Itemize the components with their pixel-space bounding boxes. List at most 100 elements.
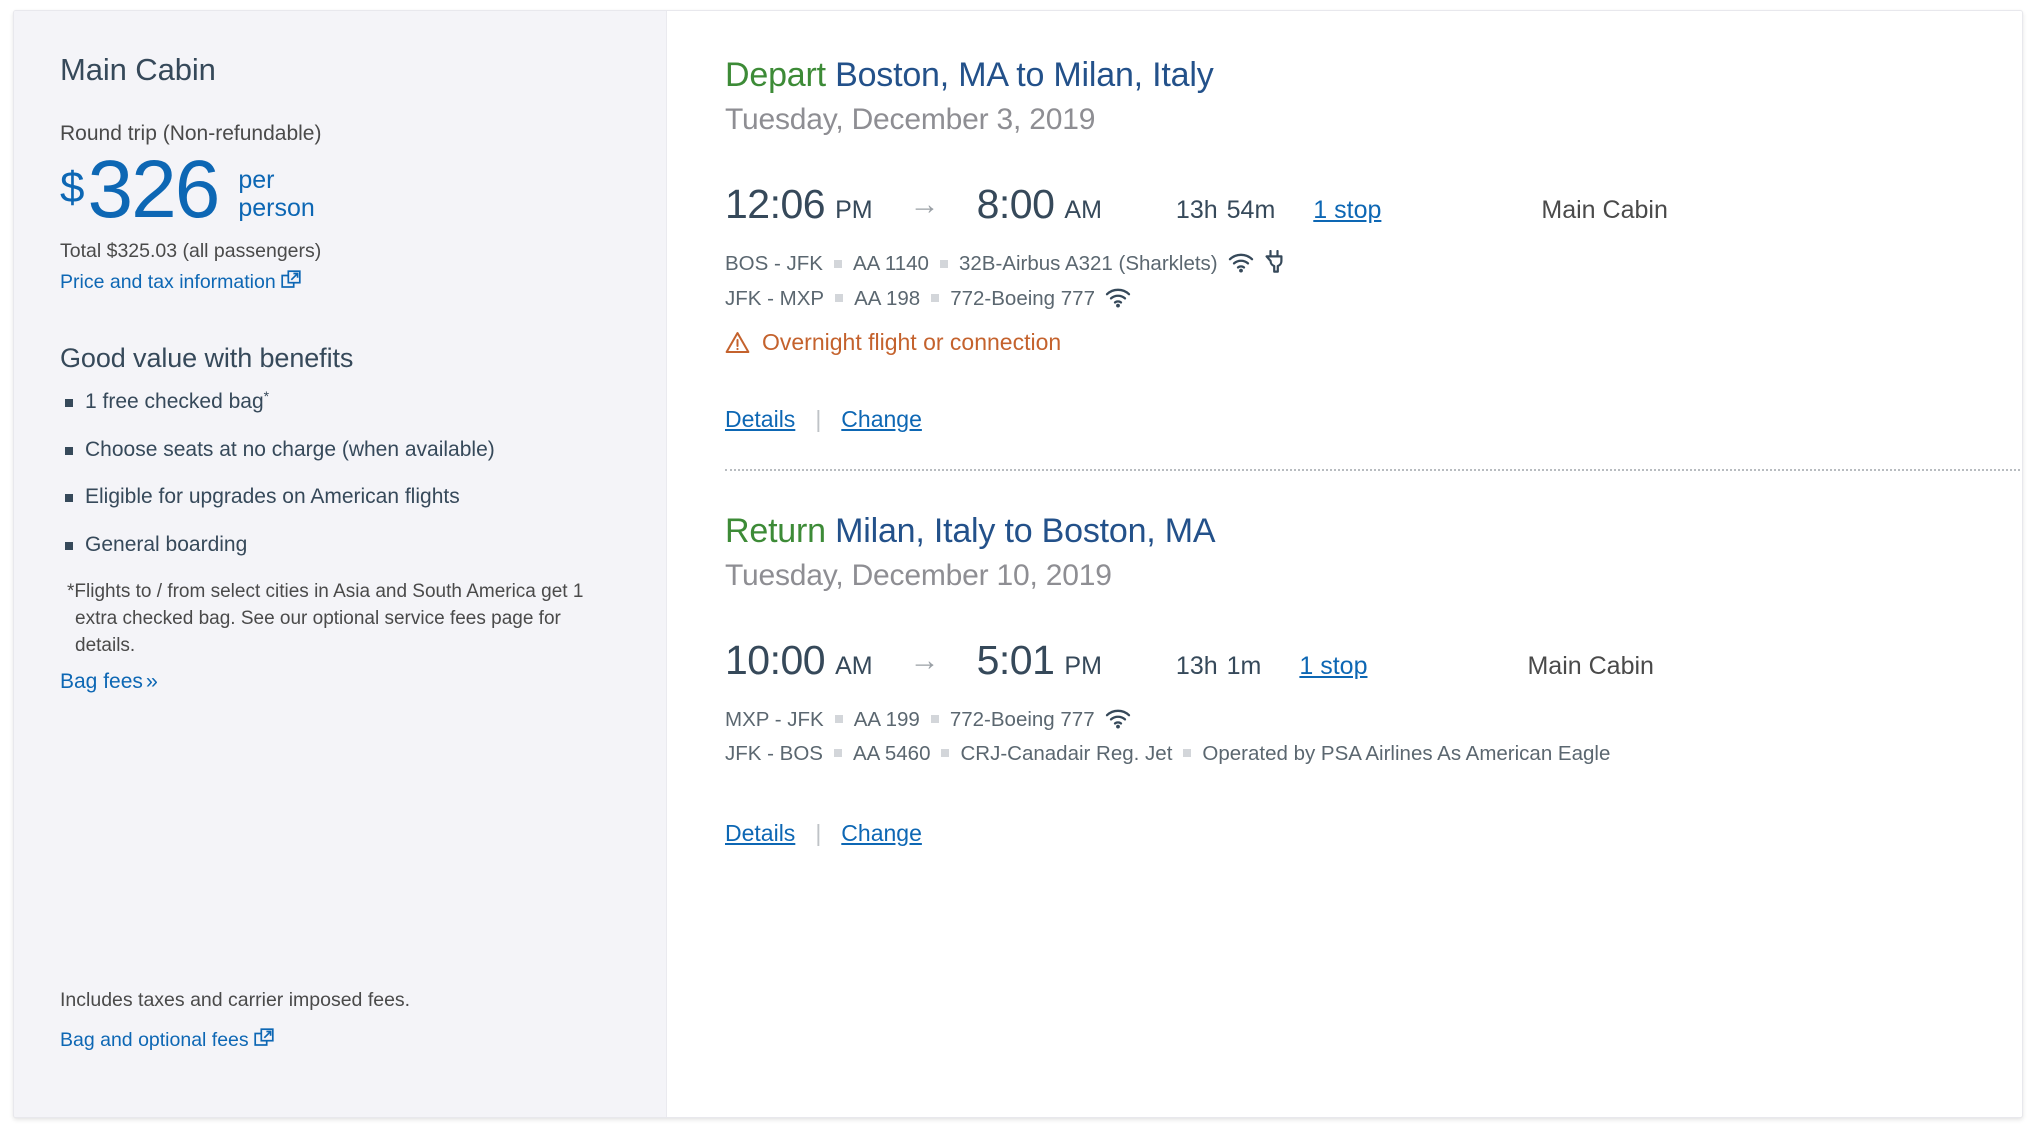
segment-route: MXP - JFK (725, 708, 824, 732)
price-amount: 326 (87, 144, 220, 236)
currency-symbol: $ (60, 163, 85, 213)
details-link[interactable]: Details (725, 820, 795, 846)
segment-flight-number: AA 5460 (852, 742, 931, 766)
list-item: Eligible for upgrades on American flight… (60, 483, 620, 511)
leg-direction-label: Return (725, 511, 826, 550)
page-title: Main Cabin (60, 52, 216, 87)
leg-date: Tuesday, December 3, 2019 (725, 103, 1096, 137)
duration-hours: 13h (1175, 652, 1218, 681)
itinerary-leg-depart: Depart Boston, MA to Milan, Italy Tuesda… (725, 55, 2020, 471)
list-item: General boarding (60, 531, 620, 559)
flight-summary-card: Main Cabin Round trip (Non-refundable) $… (13, 10, 2023, 1118)
price-and-tax-information-link[interactable]: Price and tax information (60, 270, 302, 293)
arrive-meridiem: AM (1064, 196, 1102, 225)
benefit-text: General boarding (85, 533, 248, 557)
total-price-label: Total $325.03 (all passengers) (60, 239, 322, 262)
benefit-text: Eligible for upgrades on American flight… (85, 485, 460, 509)
price-unit-line1: per (238, 166, 275, 195)
duration-hours: 13h (1175, 196, 1218, 225)
page-root: Main Cabin Round trip (Non-refundable) $… (0, 0, 2036, 1132)
depart-meridiem: AM (835, 652, 873, 681)
segment-route: JFK - MXP (725, 286, 825, 310)
chevron-right-icon: ›› (145, 670, 158, 694)
bag-fees-link[interactable]: Bag fees ›› (60, 670, 158, 694)
change-link[interactable]: Change (841, 820, 922, 846)
benefits-list: 1 free checked bag* Choose seats at no c… (60, 388, 620, 560)
bag-fees-row: Bag fees ›› (60, 670, 620, 694)
leg-direction-label: Depart (725, 56, 826, 94)
segment-separator (941, 749, 950, 758)
segment-separator (833, 749, 842, 758)
segment-row: JFK - BOS AA 5460 CRJ-Canadair Reg. Jet Ope… (725, 738, 2020, 769)
segment-list: BOS - JFK AA 1140 32B-Airbus A321 (Sharkle… (725, 248, 2020, 316)
leg-cabin-label: Main Cabin (1541, 196, 1668, 225)
bag-fees-label: Bag fees (60, 670, 143, 694)
wifi-icon (1105, 286, 1131, 317)
duration: 13h 1m (1176, 652, 1261, 681)
segment-separator (931, 293, 940, 302)
list-item: Choose seats at no charge (when availabl… (60, 436, 620, 464)
arrive-meridiem: PM (1064, 652, 1102, 681)
depart-time: 10:00 (725, 637, 826, 684)
leg-date: Tuesday, December 10, 2019 (725, 559, 1112, 593)
segment-separator (939, 259, 948, 268)
segment-row: BOS - JFK AA 1140 32B-Airbus A321 (Sharkle… (725, 248, 2020, 282)
external-link-icon (281, 270, 302, 297)
segment-row: JFK - MXP AA 198 772-Boeing 777 (725, 283, 2020, 317)
segment-separator (1183, 749, 1192, 758)
duration: 13h 54m (1176, 196, 1275, 225)
stops-link[interactable]: 1 stop (1313, 196, 1381, 224)
leg-route-label: Milan, Italy to Boston, MA (835, 511, 1216, 550)
leg-times-row: 12:06 PM → 8:00 AM 13h 54m 1 stop Main Ca… (725, 181, 2020, 228)
segment-row: MXP - JFK AA 199 772-Boeing 777 (725, 704, 2020, 738)
warning-triangle-icon (725, 331, 750, 354)
leg-times-row: 10:00 AM → 5:01 PM 13h 1m 1 stop Main Cab… (725, 637, 2020, 684)
stops-cell: 1 stop (1313, 196, 1381, 225)
leg-actions: Details | Change (725, 820, 2020, 847)
list-item: 1 free checked bag* (60, 388, 620, 416)
segment-flight-number: AA 1140 (852, 252, 929, 276)
segment-aircraft: 772-Boeing 777 (949, 708, 1095, 732)
depart-time: 12:06 (725, 181, 826, 228)
segment-list: MXP - JFK AA 199 772-Boeing 777 JFK - BOS A… (725, 704, 2020, 769)
duration-minutes: 54m (1226, 196, 1276, 225)
segment-separator (835, 293, 844, 302)
price-tax-information-row: Price and tax information (60, 270, 620, 297)
arrow-right-icon: → (909, 644, 940, 678)
bag-and-optional-fees-link[interactable]: Bag and optional fees (60, 1028, 275, 1051)
segment-aircraft: 772-Boeing 777 (950, 286, 1095, 310)
segment-route: JFK - BOS (725, 742, 823, 766)
price-and-tax-information-label: Price and tax information (60, 270, 276, 293)
leg-actions: Details | Change (725, 406, 2020, 433)
action-separator: | (815, 405, 822, 432)
trip-type-label: Round trip (Non-refundable) (60, 122, 322, 146)
external-link-icon (254, 1028, 275, 1055)
benefit-text: Choose seats at no charge (when availabl… (85, 437, 495, 461)
segment-operated-by: Operated by PSA Airlines As American Eag… (1202, 742, 1611, 766)
duration-minutes: 1m (1226, 652, 1262, 681)
stops-cell: 1 stop (1299, 652, 1367, 681)
overnight-warning-label: Overnight flight or connection (762, 328, 1062, 355)
depart-meridiem: PM (835, 196, 873, 225)
details-link[interactable]: Details (725, 406, 795, 432)
price-block: $ 326 per person (60, 144, 620, 236)
leg-route-label: Boston, MA to Milan, Italy (835, 56, 1214, 94)
includes-taxes-note: Includes taxes and carrier imposed fees. (60, 989, 411, 1011)
segment-flight-number: AA 199 (853, 708, 920, 732)
fare-footer: Includes taxes and carrier imposed fees.… (60, 989, 620, 1055)
wifi-icon (1105, 707, 1131, 738)
segment-separator (833, 259, 842, 268)
leg-heading: Depart Boston, MA to Milan, Italy (725, 55, 2020, 96)
benefits-title: Good value with benefits (60, 342, 354, 373)
leg-heading: Return Milan, Italy to Boston, MA (725, 511, 2020, 552)
benefit-footnote-marker: * (263, 387, 270, 404)
segment-route: BOS - JFK (725, 252, 823, 276)
stops-link[interactable]: 1 stop (1299, 652, 1367, 680)
fare-summary-panel: Main Cabin Round trip (Non-refundable) $… (14, 11, 667, 1117)
price-unit-label: per person (238, 166, 314, 222)
wifi-icon (1228, 251, 1254, 282)
overnight-warning: Overnight flight or connection (725, 329, 2020, 356)
action-separator: | (815, 819, 822, 846)
change-link[interactable]: Change (841, 406, 922, 432)
arrive-time: 5:01 (976, 637, 1055, 684)
